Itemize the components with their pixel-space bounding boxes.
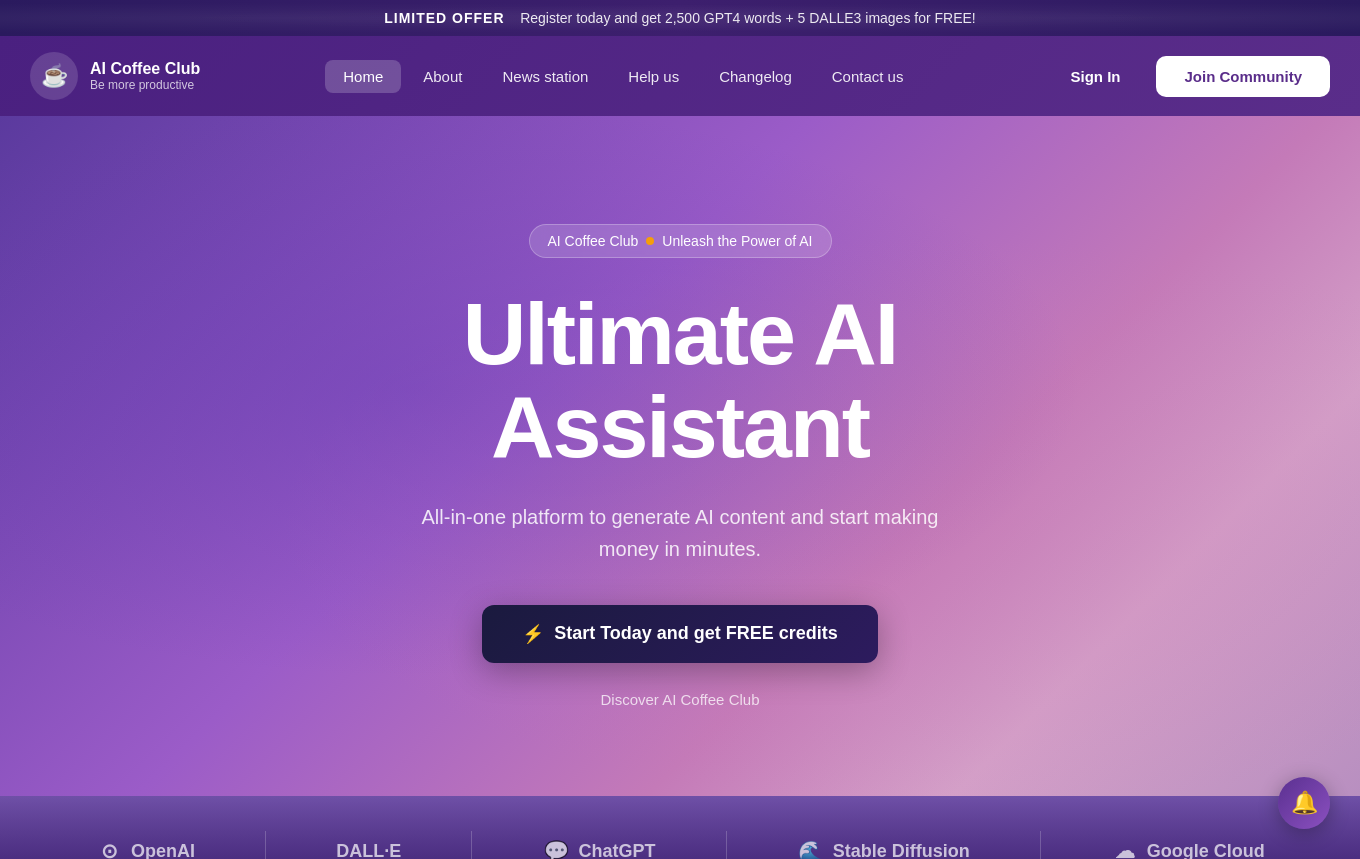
nav-changelog[interactable]: Changelog	[701, 60, 810, 93]
partner-divider-2	[471, 831, 472, 859]
notification-bell[interactable]: 🔔	[1278, 777, 1330, 829]
join-button[interactable]: Join Community	[1156, 56, 1330, 97]
nav-about[interactable]: About	[405, 60, 480, 93]
partners-strip: ⊙ OpenAI DALL·E 💬 ChatGPT 🌊 Stable Diffu…	[0, 796, 1360, 859]
hero-badge-dot	[646, 237, 654, 245]
navbar: ☕ AI Coffee Club Be more productive Home…	[0, 36, 1360, 116]
nav-links: Home About News station Help us Changelo…	[325, 60, 921, 93]
partner-divider-4	[1040, 831, 1041, 859]
hero-badge-brand: AI Coffee Club	[548, 233, 639, 249]
nav-news[interactable]: News station	[484, 60, 606, 93]
top-banner: LIMITED OFFER Register today and get 2,5…	[0, 0, 1360, 36]
hero-badge-tagline: Unleash the Power of AI	[662, 233, 812, 249]
stable-diffusion-icon: 🌊	[797, 837, 825, 859]
discover-link[interactable]: Discover AI Coffee Club	[601, 691, 760, 708]
partner-divider-3	[726, 831, 727, 859]
openai-icon: ⊙	[95, 837, 123, 859]
nav-contact[interactable]: Contact us	[814, 60, 922, 93]
brand-name: AI Coffee Club	[90, 60, 200, 78]
logo-icon: ☕	[30, 52, 78, 100]
logo-link[interactable]: ☕ AI Coffee Club Be more productive	[30, 52, 200, 100]
google-cloud-label: Google Cloud	[1147, 841, 1265, 860]
cta-label: Start Today and get FREE credits	[554, 623, 838, 644]
offer-text: Register today and get 2,500 GPT4 words …	[520, 10, 976, 26]
partner-openai: ⊙ OpenAI	[95, 837, 195, 859]
chatgpt-icon: 💬	[542, 837, 570, 859]
stable-diffusion-label: Stable Diffusion	[833, 841, 970, 860]
hero-title-line1: Ultimate AI	[463, 284, 897, 383]
brand-tagline: Be more productive	[90, 78, 200, 92]
logo-text: AI Coffee Club Be more productive	[90, 60, 200, 92]
partner-stablediffusion: 🌊 Stable Diffusion	[797, 837, 970, 859]
dalle-label: DALL·E	[336, 841, 401, 860]
nav-actions: Sign In Join Community	[1046, 56, 1330, 97]
hero-title-line2: Assistant	[491, 377, 869, 476]
nav-home[interactable]: Home	[325, 60, 401, 93]
chatgpt-label: ChatGPT	[578, 841, 655, 860]
nav-help[interactable]: Help us	[610, 60, 697, 93]
hero-section: AI Coffee Club Unleash the Power of AI U…	[0, 116, 1360, 796]
signin-button[interactable]: Sign In	[1046, 58, 1144, 95]
cta-icon: ⚡	[522, 623, 544, 645]
cta-button[interactable]: ⚡ Start Today and get FREE credits	[482, 605, 878, 663]
partner-googlecloud: ☁ Google Cloud	[1111, 837, 1265, 859]
google-cloud-icon: ☁	[1111, 837, 1139, 859]
hero-badge: AI Coffee Club Unleash the Power of AI	[529, 224, 832, 258]
partner-divider-1	[265, 831, 266, 859]
partner-dalle: DALL·E	[336, 841, 401, 860]
partner-chatgpt: 💬 ChatGPT	[542, 837, 655, 859]
limited-offer-label: LIMITED OFFER	[384, 10, 504, 26]
openai-label: OpenAI	[131, 841, 195, 860]
hero-title: Ultimate AI Assistant	[463, 288, 897, 473]
hero-subtitle: All-in-one platform to generate AI conte…	[420, 501, 940, 565]
